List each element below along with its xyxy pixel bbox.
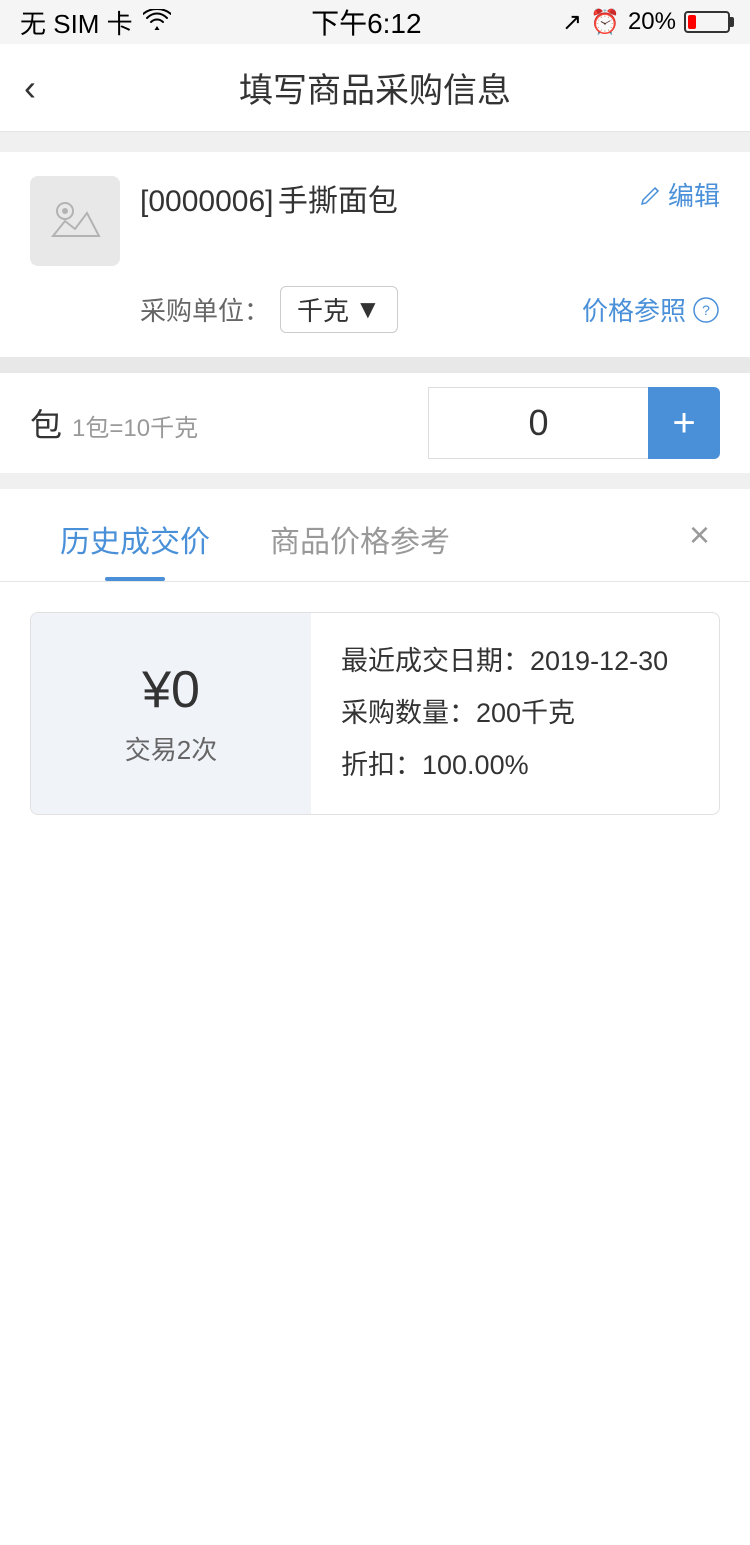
tab-header: 历史成交价 商品价格参考 × [0,489,750,582]
unit-value: 千克 [297,291,349,328]
history-date-label: 最近成交日期： [341,646,530,676]
history-qty-line: 采购数量：200千克 [341,695,689,733]
qty-control: + [428,387,720,459]
product-card: [0000006] 手撕面包 编辑 采购单位： 千克 ▼ 价格参照 ? [0,152,750,357]
alarm-icon: ⏰ [590,8,620,37]
quantity-row: 包 1包=10千克 + [0,373,750,473]
product-name-wrapper: [0000006] 手撕面包 [140,176,398,220]
history-right: 最近成交日期：2019-12-30 采购数量：200千克 折扣：100.00% [311,613,719,814]
history-card: ¥0 交易2次 最近成交日期：2019-12-30 采购数量：200千克 折扣：… [30,612,720,815]
back-button[interactable]: ‹ [24,67,36,109]
tab-history-label: 历史成交价 [60,526,210,559]
price-ref-label: 价格参照 [582,291,686,328]
price-ref-button[interactable]: 价格参照 ? [582,291,720,328]
tab-close-button[interactable]: × [679,504,720,566]
page-title: 填写商品采购信息 [239,63,511,112]
history-discount-label: 折扣： [341,750,422,780]
qty-label: 包 1包=10千克 [30,400,198,446]
product-name: 手撕面包 [278,175,398,218]
purchase-unit-label: 采购单位： [140,291,270,328]
history-date-line: 最近成交日期：2019-12-30 [341,643,689,681]
product-info: [0000006] 手撕面包 [30,176,398,266]
product-image [30,176,120,266]
history-qty-label: 采购数量： [341,698,476,728]
carrier-text: 无 SIM 卡 [20,4,133,41]
qty-unit: 包 [30,400,62,446]
tab-list: 历史成交价 商品价格参考 [30,489,480,581]
status-left: 无 SIM 卡 [20,4,171,41]
history-content: ¥0 交易2次 最近成交日期：2019-12-30 采购数量：200千克 折扣：… [0,582,750,845]
qty-plus-button[interactable]: + [648,387,720,459]
history-date-value: 2019-12-30 [530,646,668,676]
edit-button[interactable]: 编辑 [640,176,720,213]
location-icon: ↗ [562,8,582,37]
section-divider [0,357,750,373]
battery-icon [684,11,730,33]
tab-section: 历史成交价 商品价格参考 × ¥0 交易2次 最近成交日期：2019-12-30… [0,489,750,845]
history-left: ¥0 交易2次 [31,613,311,814]
status-time: 下午6:12 [311,2,422,42]
history-price: ¥0 [142,660,200,720]
tab-product-label: 商品价格参考 [270,526,450,559]
status-bar: 无 SIM 卡 下午6:12 ↗ ⏰ 20% [0,0,750,44]
content-area [0,845,750,1545]
edit-label: 编辑 [668,176,720,213]
nav-bar: ‹ 填写商品采购信息 [0,44,750,132]
dropdown-arrow-icon: ▼ [355,294,381,325]
history-discount-value: 100.00% [422,750,529,780]
quantity-input[interactable] [428,387,648,459]
svg-text:?: ? [702,302,710,318]
battery-pct: 20% [628,8,676,36]
tab-product-price-ref[interactable]: 商品价格参考 [240,489,480,581]
history-trade-count: 交易2次 [125,730,217,767]
history-qty-value: 200千克 [476,698,575,728]
history-discount-line: 折扣：100.00% [341,747,689,785]
product-id: [0000006] [140,175,273,218]
purchase-unit: 采购单位： 千克 ▼ [140,286,398,333]
product-header: [0000006] 手撕面包 编辑 [30,176,720,266]
tab-history-price[interactable]: 历史成交价 [30,489,240,581]
qty-conversion: 1包=10千克 [72,408,198,443]
status-right: ↗ ⏰ 20% [562,8,730,37]
wifi-icon [143,7,171,38]
unit-selector[interactable]: 千克 ▼ [280,286,398,333]
product-meta: 采购单位： 千克 ▼ 价格参照 ? [140,286,720,333]
